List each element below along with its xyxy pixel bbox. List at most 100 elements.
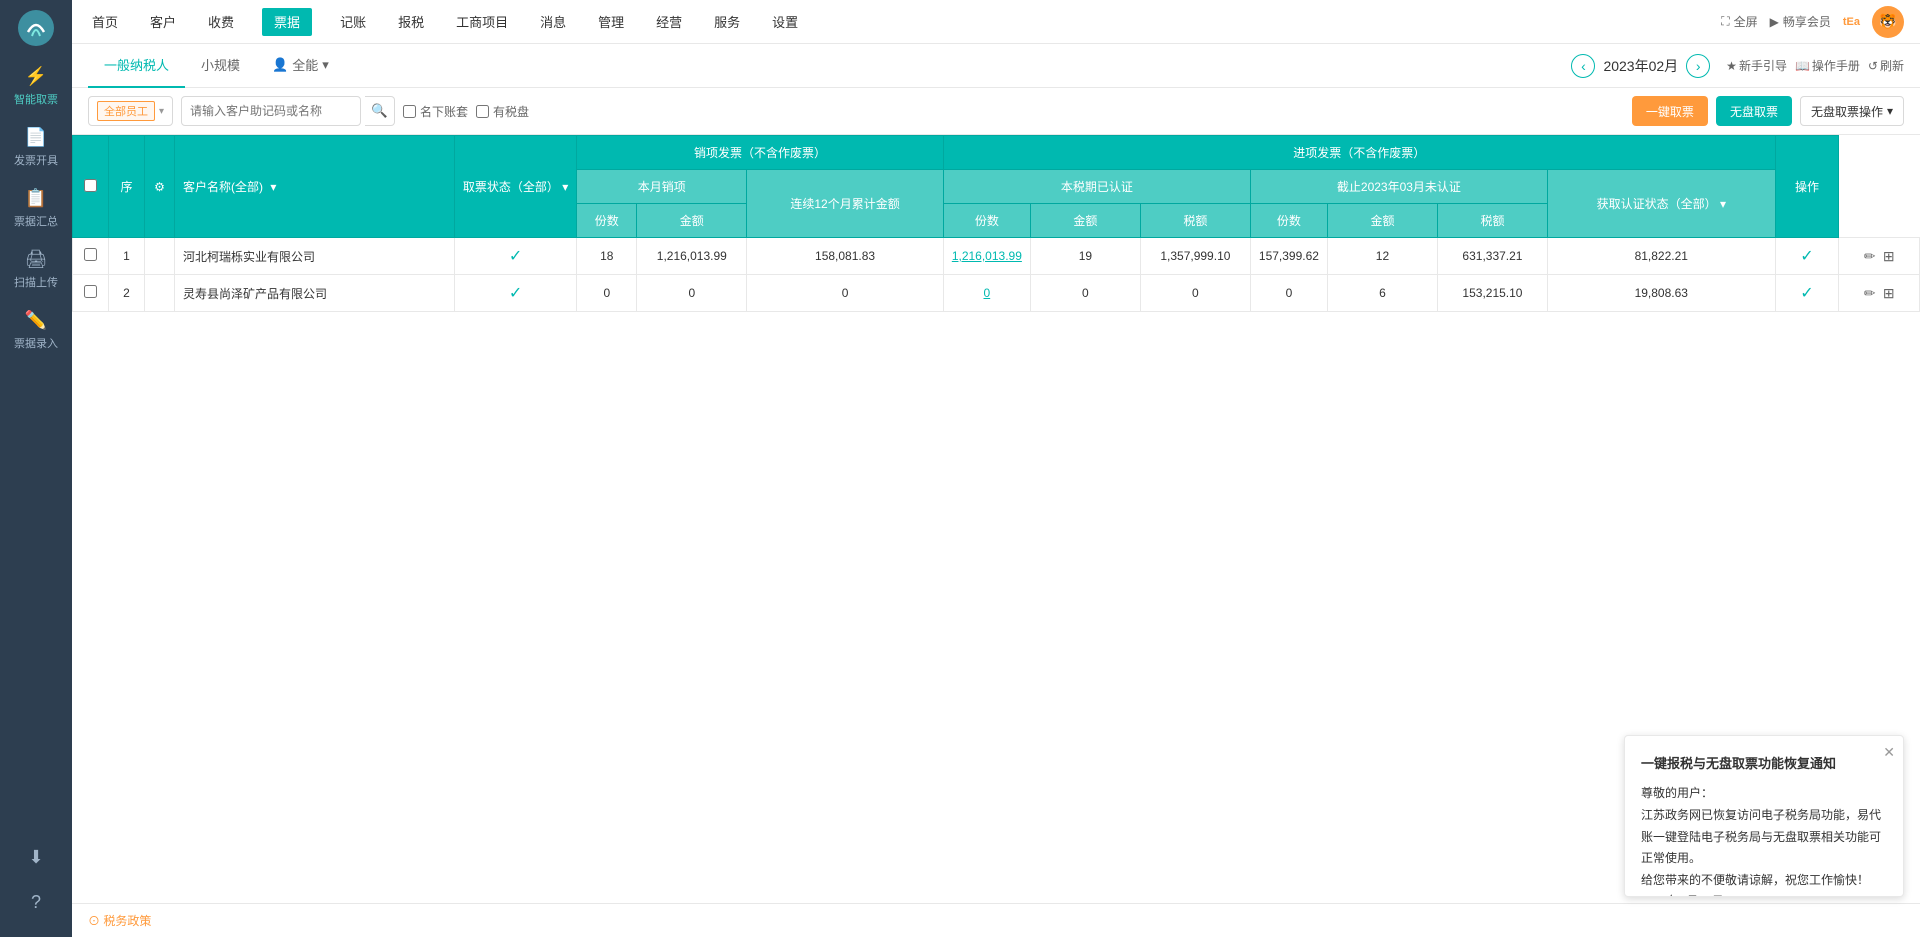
nav-tax[interactable]: 报税 [394, 0, 428, 44]
sidebar-item-invoice-entry[interactable]: ✏️ 票据录入 [0, 300, 72, 361]
prev-month-btn[interactable]: ‹ [1571, 54, 1595, 78]
row-settings [145, 275, 175, 312]
edit-icon[interactable]: ✏ [1864, 248, 1876, 264]
sidebar-item-invoice-summary[interactable]: 📋 票据汇总 [0, 178, 72, 239]
nav-service[interactable]: 服务 [710, 0, 744, 44]
th-uncert-count: 份数 [1250, 204, 1327, 238]
sidebar-item-scan-upload[interactable]: 🖨 扫描上传 [0, 239, 72, 300]
star-icon: ★ [1726, 59, 1737, 73]
manual-btn[interactable]: 📖 操作手册 [1795, 57, 1860, 74]
row-operations: ✏ ⊞ [1839, 238, 1920, 275]
filter-icon[interactable]: ▾ [270, 180, 276, 194]
th-cert-amount: 金额 [1030, 204, 1140, 238]
view-icon[interactable]: ⊞ [1883, 248, 1895, 264]
row-cert-count: 19 [1030, 238, 1140, 275]
notification-close-btn[interactable]: ✕ [1883, 744, 1895, 761]
tab-all[interactable]: 👤 全能 ▾ [256, 44, 345, 88]
edit-icon[interactable]: ✏ [1864, 285, 1876, 301]
view-icon[interactable]: ⊞ [1883, 285, 1895, 301]
row-monthly-amount: 0 [637, 275, 747, 312]
help-icon[interactable]: ? [23, 884, 49, 921]
member-btn[interactable]: ▶ 畅享会员 [1770, 13, 1831, 30]
tab-all-label: 全能 [292, 55, 318, 74]
mine-accounts-checkbox[interactable] [403, 105, 416, 118]
row-fetch-status: ✓ [454, 275, 576, 312]
nav-management[interactable]: 管理 [594, 0, 628, 44]
row-cert-amount: 0 [1140, 275, 1250, 312]
toolbar: 全部员工 ▾ 🔍 名下账套 有税盘 一键取票 无盘取票 无盘取票操作 ▾ [72, 88, 1920, 135]
row-cert-status: ✓ [1775, 275, 1839, 312]
notification-title: 一键报税与无盘取票功能恢复通知 [1641, 752, 1887, 775]
row-no: 1 [109, 238, 145, 275]
table-row: 2 灵寿县尚泽矿产品有限公司 ✓ 0 0 0 0 0 0 0 6 153,215… [73, 275, 1920, 312]
sidebar-logo[interactable] [0, 0, 72, 56]
notification-greeting: 尊敬的用户： [1641, 783, 1887, 805]
row-uncert-amount: 631,337.21 [1437, 238, 1547, 275]
row-cumulative: 0 [943, 275, 1030, 312]
row-cert-status: ✓ [1775, 238, 1839, 275]
fetch-status-icon: ✓ [509, 248, 522, 265]
nav-message[interactable]: 消息 [536, 0, 570, 44]
no-disk-fetch-btn[interactable]: 无盘取票 [1716, 96, 1792, 126]
no-disk-ops-btn[interactable]: 无盘取票操作 ▾ [1800, 96, 1904, 126]
nav-business[interactable]: 工商项目 [452, 0, 512, 44]
invoice-open-icon: 📄 [25, 127, 47, 148]
th-operations: 操作 [1775, 136, 1839, 238]
th-no: 序 [109, 136, 145, 238]
row-no: 2 [109, 275, 145, 312]
tax-policy-link[interactable]: ⊙ 税务政策 [88, 912, 151, 929]
fetch-status-icon: ✓ [509, 285, 522, 302]
filter-tag: 全部员工 [97, 101, 155, 121]
user-avatar[interactable]: 🐯 [1872, 6, 1904, 38]
cumulative-link[interactable]: 1,216,013.99 [952, 249, 1022, 263]
tea-badge[interactable]: tEa [1843, 16, 1860, 28]
sidebar-bottom: ⬇ ? [0, 839, 72, 937]
cert-status-filter-icon[interactable]: ▾ [1720, 197, 1726, 211]
nav-customer[interactable]: 客户 [146, 0, 180, 44]
row-company: 灵寿县尚泽矿产品有限公司 [175, 275, 455, 312]
row-monthly-amount: 1,216,013.99 [637, 238, 747, 275]
search-button[interactable]: 🔍 [365, 96, 395, 126]
sidebar-item-smart-fetch[interactable]: ⚡ 智能取票 [0, 56, 72, 117]
nav-operation[interactable]: 经营 [652, 0, 686, 44]
new-guide-btn[interactable]: ★ 新手引导 [1726, 57, 1787, 74]
next-month-btn[interactable]: › [1686, 54, 1710, 78]
play-icon: ▶ [1770, 15, 1779, 29]
footer: ⊙ 税务政策 [72, 903, 1920, 937]
sidebar-item-invoice-open[interactable]: 📄 发票开具 [0, 117, 72, 178]
row-checkbox[interactable] [84, 285, 97, 298]
nav-invoice[interactable]: 票据 [262, 8, 312, 36]
has-taxdisk-checkbox-label[interactable]: 有税盘 [476, 103, 529, 120]
nav-settings[interactable]: 设置 [768, 0, 802, 44]
notification-body: 一键报税与无盘取票功能恢复通知 尊敬的用户： 江苏政务网已恢复访问电子税务局功能… [1625, 736, 1903, 896]
row-monthly-count: 18 [577, 238, 637, 275]
fetch-status-filter-icon[interactable]: ▾ [562, 180, 568, 194]
refresh-icon: ↺ [1868, 59, 1878, 73]
row-uncert-amount: 153,215.10 [1437, 275, 1547, 312]
fullscreen-btn[interactable]: ⛶ 全屏 [1721, 13, 1757, 30]
row-uncert-tax: 19,808.63 [1547, 275, 1775, 312]
tab-small-label: 小规模 [201, 55, 240, 74]
tab-small[interactable]: 小规模 [185, 44, 256, 88]
row-checkbox-cell[interactable] [73, 238, 109, 275]
select-all-checkbox[interactable] [84, 179, 97, 192]
nav-accounting[interactable]: 记账 [336, 0, 370, 44]
employee-filter[interactable]: 全部员工 ▾ [88, 96, 173, 126]
has-taxdisk-checkbox[interactable] [476, 105, 489, 118]
nav-home[interactable]: 首页 [88, 0, 122, 44]
tab-general[interactable]: 一般纳税人 [88, 44, 185, 88]
page-header: 一般纳税人 小规模 👤 全能 ▾ ‹ 2023年02月 › ★ 新手引导 📖 操… [72, 44, 1920, 88]
table-row: 1 河北柯瑞栎实业有限公司 ✓ 18 1,216,013.99 158,081.… [73, 238, 1920, 275]
nav-billing[interactable]: 收费 [204, 0, 238, 44]
fullscreen-icon: ⛶ [1721, 14, 1729, 29]
cumulative-link[interactable]: 0 [984, 286, 991, 300]
search-input[interactable] [181, 96, 361, 126]
row-checkbox[interactable] [84, 248, 97, 261]
sidebar-item-label: 票据汇总 [14, 213, 58, 229]
refresh-btn[interactable]: ↺ 刷新 [1868, 57, 1904, 74]
mine-accounts-checkbox-label[interactable]: 名下账套 [403, 103, 468, 120]
scan-upload-icon: 🖨 [25, 249, 48, 270]
one-key-fetch-btn[interactable]: 一键取票 [1632, 96, 1708, 126]
download-icon[interactable]: ⬇ [20, 839, 51, 876]
row-checkbox-cell[interactable] [73, 275, 109, 312]
